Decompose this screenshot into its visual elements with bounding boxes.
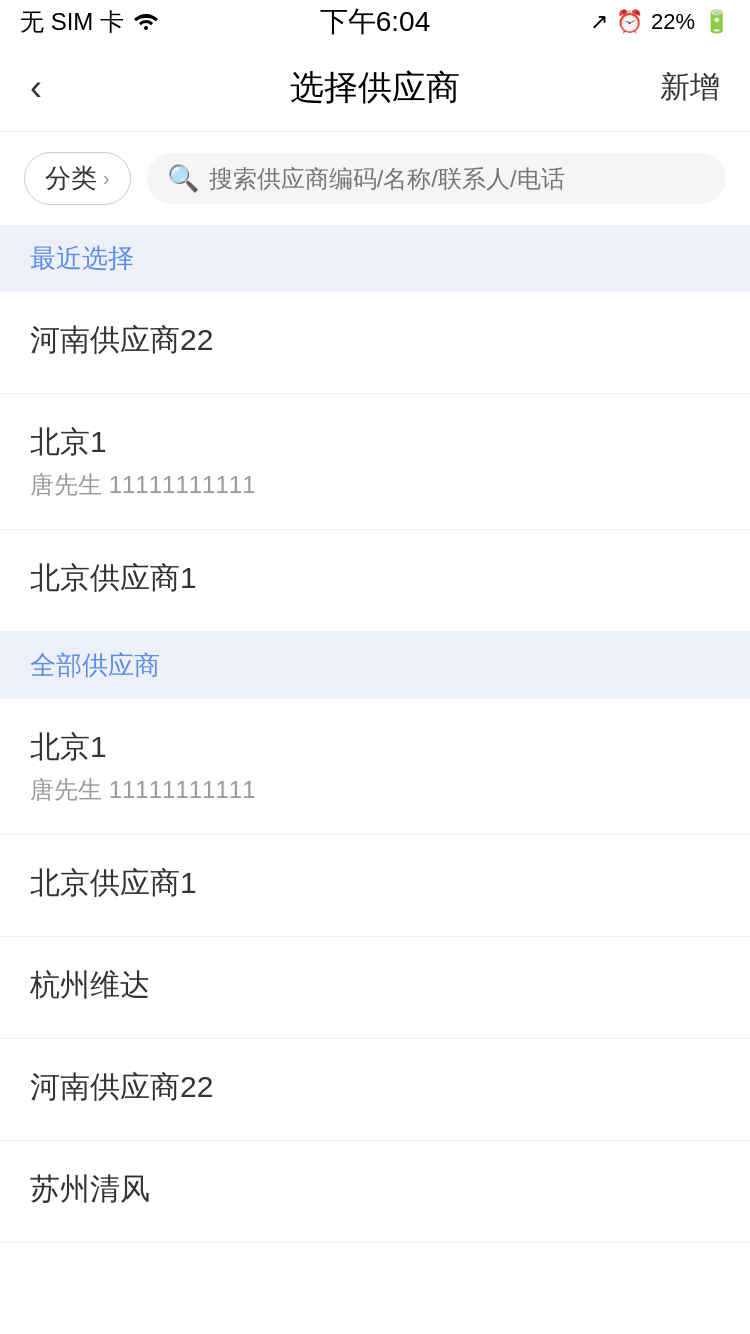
- chevron-right-icon: ›: [103, 167, 110, 190]
- supplier-name: 河南供应商22: [30, 1067, 720, 1108]
- back-button[interactable]: ‹: [30, 67, 90, 109]
- recent-section-header: 最近选择: [0, 225, 750, 292]
- list-item[interactable]: 北京1 唐先生 11111111111: [0, 394, 750, 530]
- list-item[interactable]: 北京供应商1: [0, 835, 750, 937]
- supplier-name: 北京1: [30, 727, 720, 768]
- supplier-contact: 唐先生 11111111111: [30, 469, 720, 501]
- sim-text: 无 SIM 卡: [20, 6, 124, 38]
- list-item[interactable]: 河南供应商22: [0, 1039, 750, 1141]
- list-item[interactable]: 苏州清风: [0, 1141, 750, 1243]
- all-section-label: 全部供应商: [30, 650, 160, 680]
- nav-bar: ‹ 选择供应商 新增: [0, 44, 750, 132]
- supplier-name: 北京1: [30, 422, 720, 463]
- supplier-name: 北京供应商1: [30, 863, 720, 904]
- battery-text: 22%: [651, 9, 695, 35]
- status-left: 无 SIM 卡: [20, 6, 160, 38]
- battery-icon: 🔋: [703, 9, 730, 35]
- list-item[interactable]: 河南供应商22: [0, 292, 750, 394]
- supplier-name: 北京供应商1: [30, 558, 720, 599]
- list-item[interactable]: 北京1 唐先生 11111111111: [0, 699, 750, 835]
- supplier-name: 河南供应商22: [30, 320, 720, 361]
- category-label: 分类: [45, 161, 97, 196]
- status-right: ↗ ⏰ 22% 🔋: [590, 9, 730, 35]
- recent-list: 河南供应商22 北京1 唐先生 11111111111 北京供应商1: [0, 292, 750, 632]
- wifi-icon: [132, 8, 160, 36]
- page-title: 选择供应商: [290, 65, 460, 111]
- location-icon: ↗: [590, 9, 608, 35]
- search-row: 分类 › 🔍: [0, 132, 750, 225]
- status-time: 下午6:04: [320, 3, 431, 41]
- search-box[interactable]: 🔍: [147, 153, 726, 204]
- search-input[interactable]: [209, 165, 706, 193]
- supplier-name: 杭州维达: [30, 965, 720, 1006]
- all-list: 北京1 唐先生 11111111111 北京供应商1 杭州维达河南供应商22 苏州清风: [0, 699, 750, 1243]
- category-button[interactable]: 分类 ›: [24, 152, 131, 205]
- list-item[interactable]: 北京供应商1: [0, 530, 750, 632]
- supplier-name: 苏州清风: [30, 1169, 720, 1210]
- all-section-header: 全部供应商: [0, 632, 750, 699]
- recent-section-label: 最近选择: [30, 243, 134, 273]
- search-icon: 🔍: [167, 163, 199, 194]
- status-bar: 无 SIM 卡 下午6:04 ↗ ⏰ 22% 🔋: [0, 0, 750, 44]
- add-button[interactable]: 新增: [660, 67, 720, 108]
- list-item[interactable]: 杭州维达: [0, 937, 750, 1039]
- alarm-icon: ⏰: [616, 9, 643, 35]
- supplier-contact: 唐先生 11111111111: [30, 774, 720, 806]
